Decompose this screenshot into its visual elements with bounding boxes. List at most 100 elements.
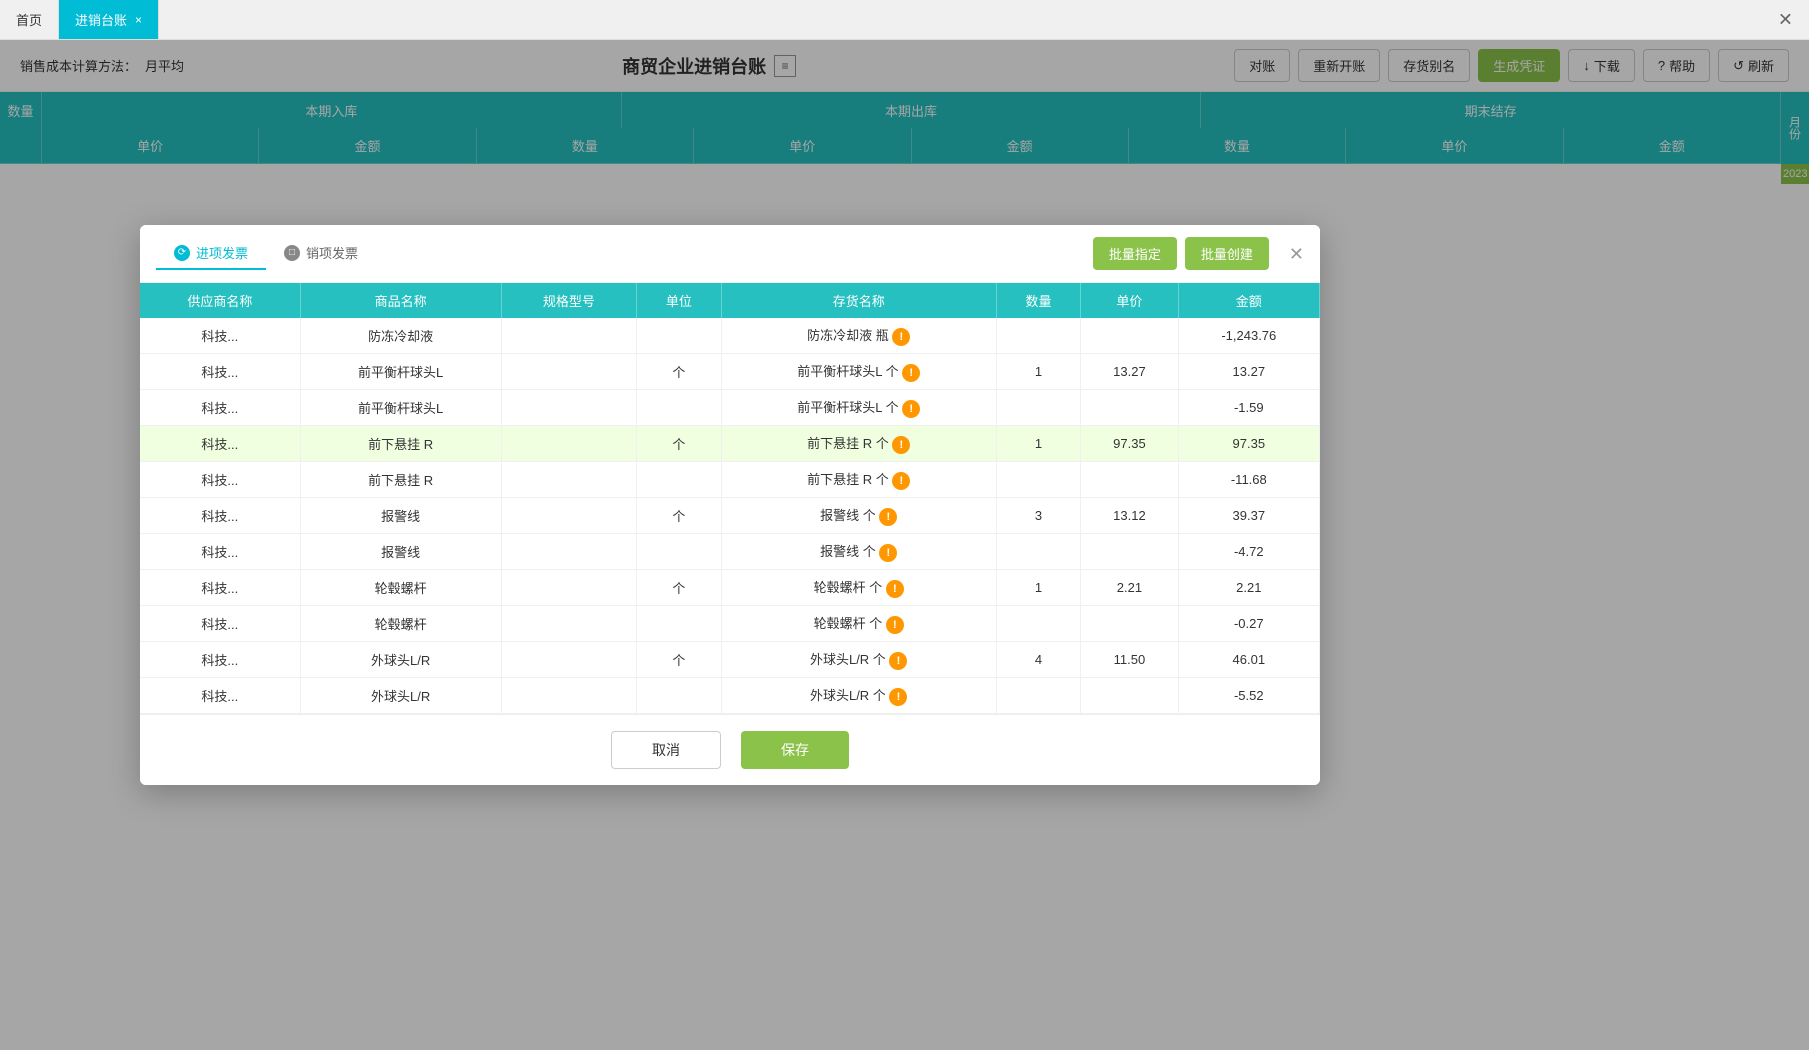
cell-unit-price	[1081, 534, 1178, 570]
warning-icon: !	[892, 328, 910, 346]
cell-qty: 1	[996, 570, 1081, 606]
cell-amount: 46.01	[1178, 642, 1319, 678]
table-header-row: 供应商名称 商品名称 规格型号 单位 存货名称 数量 单价 金额	[140, 283, 1320, 318]
cell-qty: 3	[996, 498, 1081, 534]
main-area: 销售成本计算方法： 月平均 商贸企业进销台账 ≡ 对账 重新开账 存货别名 生成…	[0, 40, 1809, 1050]
cell-stock-name: 前下悬挂 R 个 !	[721, 462, 996, 498]
cell-spec	[501, 642, 637, 678]
table-row[interactable]: 科技... 外球头L/R 外球头L/R 个 ! -5.52	[140, 678, 1320, 714]
cell-qty	[996, 390, 1081, 426]
cell-product: 防冻冷却液	[300, 318, 501, 354]
save-button[interactable]: 保存	[741, 731, 849, 769]
cell-unit	[637, 606, 722, 642]
cell-amount: -0.27	[1178, 606, 1319, 642]
sales-tab-icon: □	[284, 245, 300, 261]
cell-qty: 1	[996, 354, 1081, 390]
warning-icon: !	[886, 580, 904, 598]
table-row[interactable]: 科技... 防冻冷却液 防冻冷却液 瓶 ! -1,243.76	[140, 318, 1320, 354]
cell-stock-name: 防冻冷却液 瓶 !	[721, 318, 996, 354]
sales-tab-label: 销项发票	[306, 243, 358, 262]
warning-icon: !	[892, 472, 910, 490]
cell-product: 报警线	[300, 498, 501, 534]
table-row[interactable]: 科技... 轮毂螺杆 个 轮毂螺杆 个 ! 1 2.21 2.21	[140, 570, 1320, 606]
table-row[interactable]: 科技... 前下悬挂 R 前下悬挂 R 个 ! -11.68	[140, 462, 1320, 498]
batch-create-button[interactable]: 批量创建	[1185, 237, 1269, 270]
tab-close-icon[interactable]: ×	[135, 13, 142, 27]
cell-supplier: 科技...	[140, 534, 300, 570]
col-qty: 数量	[996, 283, 1081, 318]
cancel-button[interactable]: 取消	[611, 731, 721, 769]
cell-supplier: 科技...	[140, 318, 300, 354]
cell-spec	[501, 426, 637, 462]
cell-unit	[637, 318, 722, 354]
modal-header: ⟳ 进项发票 □ 销项发票 批量指定 批量创建 ✕	[140, 225, 1320, 283]
cell-qty: 4	[996, 642, 1081, 678]
cell-spec	[501, 318, 637, 354]
tab-purchase-invoice[interactable]: ⟳ 进项发票	[156, 237, 266, 270]
cell-spec	[501, 354, 637, 390]
window-close-icon[interactable]: ✕	[1778, 9, 1793, 30]
modal-tabs: ⟳ 进项发票 □ 销项发票	[156, 237, 376, 270]
cell-amount: 2.21	[1178, 570, 1319, 606]
modal-footer: 取消 保存	[140, 714, 1320, 785]
col-stock-name: 存货名称	[721, 283, 996, 318]
cell-stock-name: 前平衡杆球头L 个 !	[721, 390, 996, 426]
col-spec: 规格型号	[501, 283, 637, 318]
cell-spec	[501, 534, 637, 570]
invoice-table: 供应商名称 商品名称 规格型号 单位 存货名称 数量 单价 金额 科技... 防…	[140, 283, 1320, 714]
tab-ledger-label: 进销台账	[75, 10, 127, 29]
cell-qty	[996, 462, 1081, 498]
table-row[interactable]: 科技... 前平衡杆球头L 前平衡杆球头L 个 ! -1.59	[140, 390, 1320, 426]
tab-bar: 首页 进销台账 × ✕	[0, 0, 1809, 40]
cell-product: 报警线	[300, 534, 501, 570]
col-amount: 金额	[1178, 283, 1319, 318]
cell-unit-price: 2.21	[1081, 570, 1178, 606]
cell-product: 前平衡杆球头L	[300, 390, 501, 426]
warning-icon: !	[889, 688, 907, 706]
tab-home[interactable]: 首页	[0, 0, 59, 39]
cell-stock-name: 外球头L/R 个 !	[721, 678, 996, 714]
cell-spec	[501, 678, 637, 714]
cell-unit-price	[1081, 318, 1178, 354]
modal-table-wrap[interactable]: 供应商名称 商品名称 规格型号 单位 存货名称 数量 单价 金额 科技... 防…	[140, 283, 1320, 714]
modal-header-right: 批量指定 批量创建 ✕	[1093, 237, 1304, 270]
table-row[interactable]: 科技... 报警线 报警线 个 ! -4.72	[140, 534, 1320, 570]
cell-unit-price	[1081, 390, 1178, 426]
modal-close-icon[interactable]: ✕	[1289, 245, 1304, 263]
cell-amount: -5.52	[1178, 678, 1319, 714]
table-row[interactable]: 科技... 轮毂螺杆 轮毂螺杆 个 ! -0.27	[140, 606, 1320, 642]
tab-ledger[interactable]: 进销台账 ×	[59, 0, 159, 39]
cell-stock-name: 报警线 个 !	[721, 498, 996, 534]
cell-supplier: 科技...	[140, 354, 300, 390]
cell-unit: 个	[637, 498, 722, 534]
cell-stock-name: 轮毂螺杆 个 !	[721, 606, 996, 642]
cell-supplier: 科技...	[140, 462, 300, 498]
tab-sales-invoice[interactable]: □ 销项发票	[266, 237, 376, 270]
cell-unit	[637, 534, 722, 570]
table-row[interactable]: 科技... 报警线 个 报警线 个 ! 3 13.12 39.37	[140, 498, 1320, 534]
cell-unit	[637, 462, 722, 498]
cell-unit-price	[1081, 462, 1178, 498]
cell-unit-price: 11.50	[1081, 642, 1178, 678]
cell-unit: 个	[637, 426, 722, 462]
cell-qty	[996, 606, 1081, 642]
cell-unit: 个	[637, 642, 722, 678]
table-row[interactable]: 科技... 外球头L/R 个 外球头L/R 个 ! 4 11.50 46.01	[140, 642, 1320, 678]
cell-supplier: 科技...	[140, 426, 300, 462]
col-unit: 单位	[637, 283, 722, 318]
cell-spec	[501, 390, 637, 426]
table-row[interactable]: 科技... 前下悬挂 R 个 前下悬挂 R 个 ! 1 97.35 97.35	[140, 426, 1320, 462]
cell-amount: -1.59	[1178, 390, 1319, 426]
cell-qty: 1	[996, 426, 1081, 462]
cell-unit-price: 13.12	[1081, 498, 1178, 534]
col-unit-price: 单价	[1081, 283, 1178, 318]
cell-spec	[501, 606, 637, 642]
cell-spec	[501, 462, 637, 498]
cell-qty	[996, 678, 1081, 714]
cell-amount: 39.37	[1178, 498, 1319, 534]
cell-product: 前平衡杆球头L	[300, 354, 501, 390]
table-row[interactable]: 科技... 前平衡杆球头L 个 前平衡杆球头L 个 ! 1 13.27 13.2…	[140, 354, 1320, 390]
batch-assign-button[interactable]: 批量指定	[1093, 237, 1177, 270]
col-product: 商品名称	[300, 283, 501, 318]
cell-spec	[501, 498, 637, 534]
